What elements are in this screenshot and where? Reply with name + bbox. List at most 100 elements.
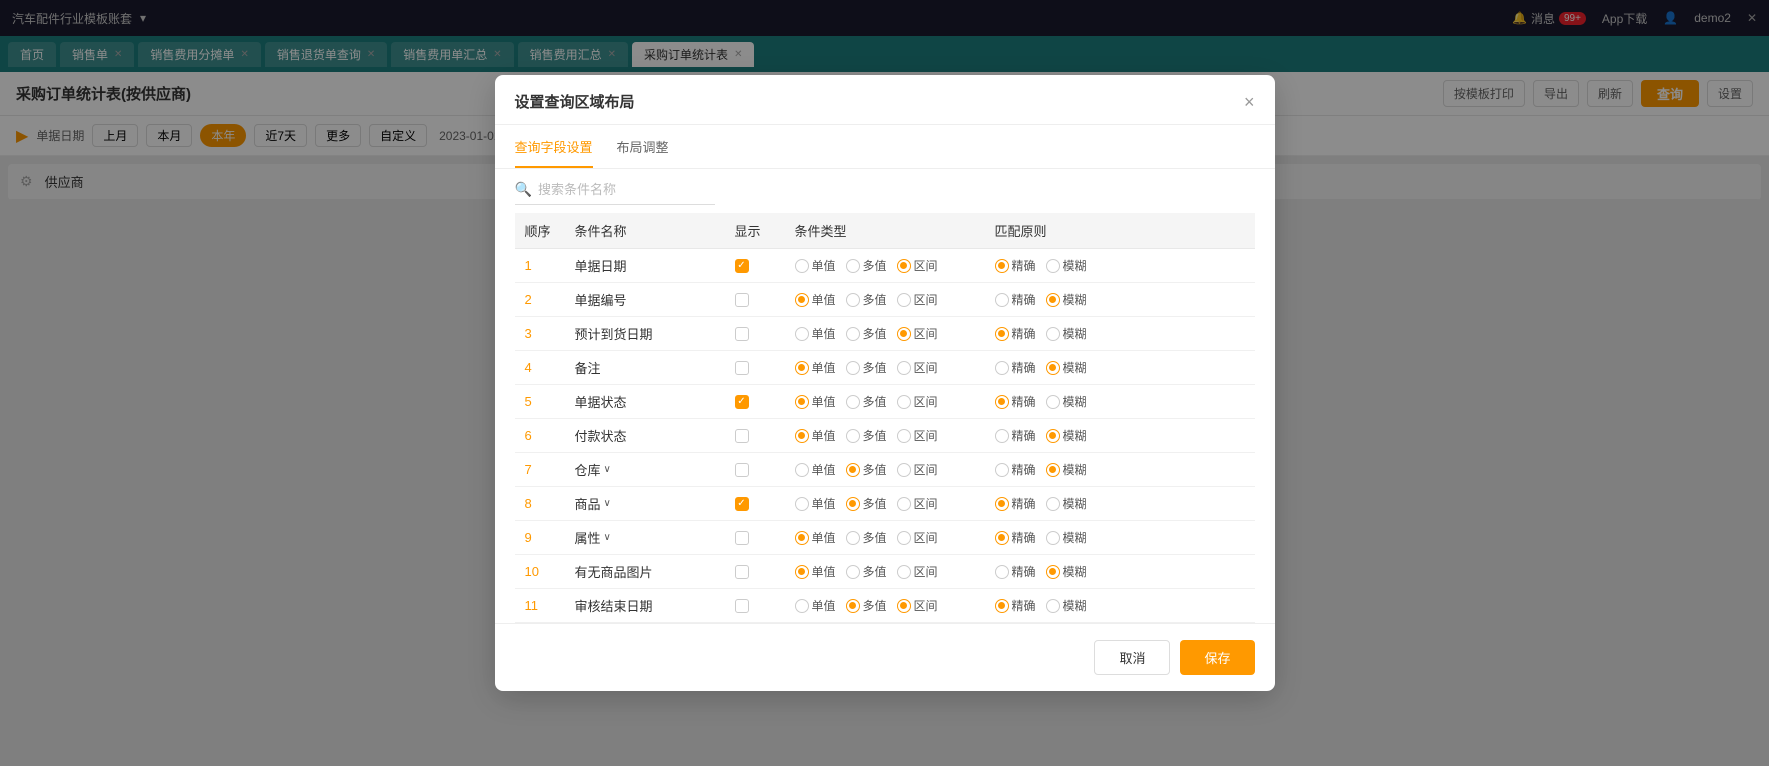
type-radio-range[interactable]: 区间	[897, 257, 938, 274]
match-radio-exact[interactable]: 精确	[995, 563, 1036, 580]
match-radio-exact[interactable]: 精确	[995, 529, 1036, 546]
type-radio-multi[interactable]: 多值	[846, 529, 887, 546]
radio-circle	[795, 327, 809, 341]
match-radio-fuzzy[interactable]: 模糊	[1046, 359, 1087, 376]
match-radio-exact[interactable]: 精确	[995, 461, 1036, 478]
type-radio-range[interactable]: 区间	[897, 325, 938, 342]
type-radio-single[interactable]: 单值	[795, 359, 836, 376]
save-button[interactable]: 保存	[1180, 640, 1254, 675]
match-radio-fuzzy[interactable]: 模糊	[1046, 563, 1087, 580]
type-radio-multi[interactable]: 多值	[846, 393, 887, 410]
modal-tab-layout[interactable]: 布局调整	[617, 137, 669, 168]
checkbox[interactable]	[735, 361, 749, 375]
checkbox[interactable]	[735, 497, 749, 511]
match-radio-group: 精确模糊	[995, 597, 1245, 614]
type-radio-multi[interactable]: 多值	[846, 257, 887, 274]
match-radio-exact[interactable]: 精确	[995, 291, 1036, 308]
match-radio-group: 精确模糊	[995, 461, 1245, 478]
match-radio-group: 精确模糊	[995, 563, 1245, 580]
row-display-checkbox[interactable]	[725, 521, 785, 555]
table-row: 7仓库 ∨单值多值区间精确模糊	[515, 453, 1255, 487]
row-display-checkbox[interactable]	[725, 555, 785, 589]
type-radio-range[interactable]: 区间	[897, 597, 938, 614]
match-radio-exact[interactable]: 精确	[995, 393, 1036, 410]
checkbox[interactable]	[735, 293, 749, 307]
type-radio-single[interactable]: 单值	[795, 291, 836, 308]
cancel-button[interactable]: 取消	[1094, 640, 1170, 675]
type-radio-range[interactable]: 区间	[897, 393, 938, 410]
match-radio-exact[interactable]: 精确	[995, 495, 1036, 512]
checkbox[interactable]	[735, 531, 749, 545]
type-radio-range[interactable]: 区间	[897, 495, 938, 512]
checkbox[interactable]	[735, 429, 749, 443]
type-radio-multi[interactable]: 多值	[846, 563, 887, 580]
table-row: 8商品 ∨单值多值区间精确模糊	[515, 487, 1255, 521]
search-input[interactable]	[538, 182, 698, 197]
type-radio-single[interactable]: 单值	[795, 427, 836, 444]
type-radio-single[interactable]: 单值	[795, 461, 836, 478]
match-radio-fuzzy[interactable]: 模糊	[1046, 461, 1087, 478]
col-match: 匹配原则	[985, 213, 1255, 249]
type-radio-multi[interactable]: 多值	[846, 427, 887, 444]
row-display-checkbox[interactable]	[725, 351, 785, 385]
row-display-checkbox[interactable]	[725, 487, 785, 521]
type-radio-range[interactable]: 区间	[897, 359, 938, 376]
match-radio-fuzzy[interactable]: 模糊	[1046, 427, 1087, 444]
row-display-checkbox[interactable]	[725, 385, 785, 419]
radio-label: 单值	[812, 495, 836, 512]
match-radio-exact[interactable]: 精确	[995, 325, 1036, 342]
match-radio-fuzzy[interactable]: 模糊	[1046, 529, 1087, 546]
type-radio-range[interactable]: 区间	[897, 563, 938, 580]
match-radio-fuzzy[interactable]: 模糊	[1046, 495, 1087, 512]
type-radio-range[interactable]: 区间	[897, 529, 938, 546]
row-display-checkbox[interactable]	[725, 283, 785, 317]
type-radio-multi[interactable]: 多值	[846, 359, 887, 376]
type-radio-range[interactable]: 区间	[897, 427, 938, 444]
type-radio-single[interactable]: 单值	[795, 257, 836, 274]
row-display-checkbox[interactable]	[725, 589, 785, 623]
modal-close-button[interactable]: ×	[1244, 93, 1255, 111]
row-display-checkbox[interactable]	[725, 317, 785, 351]
checkbox[interactable]	[735, 259, 749, 273]
checkbox[interactable]	[735, 599, 749, 613]
checkbox[interactable]	[735, 395, 749, 409]
radio-circle	[897, 327, 911, 341]
type-radio-multi[interactable]: 多值	[846, 325, 887, 342]
type-radio-range[interactable]: 区间	[897, 461, 938, 478]
type-radio-multi[interactable]: 多值	[846, 597, 887, 614]
type-radio-single[interactable]: 单值	[795, 597, 836, 614]
type-radio-single[interactable]: 单值	[795, 495, 836, 512]
type-radio-range[interactable]: 区间	[897, 291, 938, 308]
match-radio-exact[interactable]: 精确	[995, 427, 1036, 444]
match-radio-fuzzy[interactable]: 模糊	[1046, 393, 1087, 410]
checkbox[interactable]	[735, 463, 749, 477]
checkbox[interactable]	[735, 327, 749, 341]
modal-tab-query-fields[interactable]: 查询字段设置	[515, 137, 593, 168]
row-match: 精确模糊	[985, 283, 1255, 317]
match-radio-exact[interactable]: 精确	[995, 257, 1036, 274]
row-display-checkbox[interactable]	[725, 249, 785, 283]
match-radio-fuzzy[interactable]: 模糊	[1046, 291, 1087, 308]
row-display-checkbox[interactable]	[725, 419, 785, 453]
radio-label: 精确	[1012, 427, 1036, 444]
type-radio-multi[interactable]: 多值	[846, 461, 887, 478]
radio-circle	[995, 361, 1009, 375]
type-radio-single[interactable]: 单值	[795, 393, 836, 410]
type-radio-single[interactable]: 单值	[795, 563, 836, 580]
radio-circle	[995, 327, 1009, 341]
match-radio-fuzzy[interactable]: 模糊	[1046, 325, 1087, 342]
match-radio-fuzzy[interactable]: 模糊	[1046, 257, 1087, 274]
type-radio-single[interactable]: 单值	[795, 325, 836, 342]
match-radio-exact[interactable]: 精确	[995, 359, 1036, 376]
checkbox[interactable]	[735, 565, 749, 579]
type-radio-multi[interactable]: 多值	[846, 495, 887, 512]
radio-label: 精确	[1012, 563, 1036, 580]
radio-circle	[846, 429, 860, 443]
radio-circle	[995, 463, 1009, 477]
match-radio-fuzzy[interactable]: 模糊	[1046, 597, 1087, 614]
row-name: 预计到货日期	[565, 317, 725, 351]
type-radio-single[interactable]: 单值	[795, 529, 836, 546]
match-radio-exact[interactable]: 精确	[995, 597, 1036, 614]
row-display-checkbox[interactable]	[725, 453, 785, 487]
type-radio-multi[interactable]: 多值	[846, 291, 887, 308]
